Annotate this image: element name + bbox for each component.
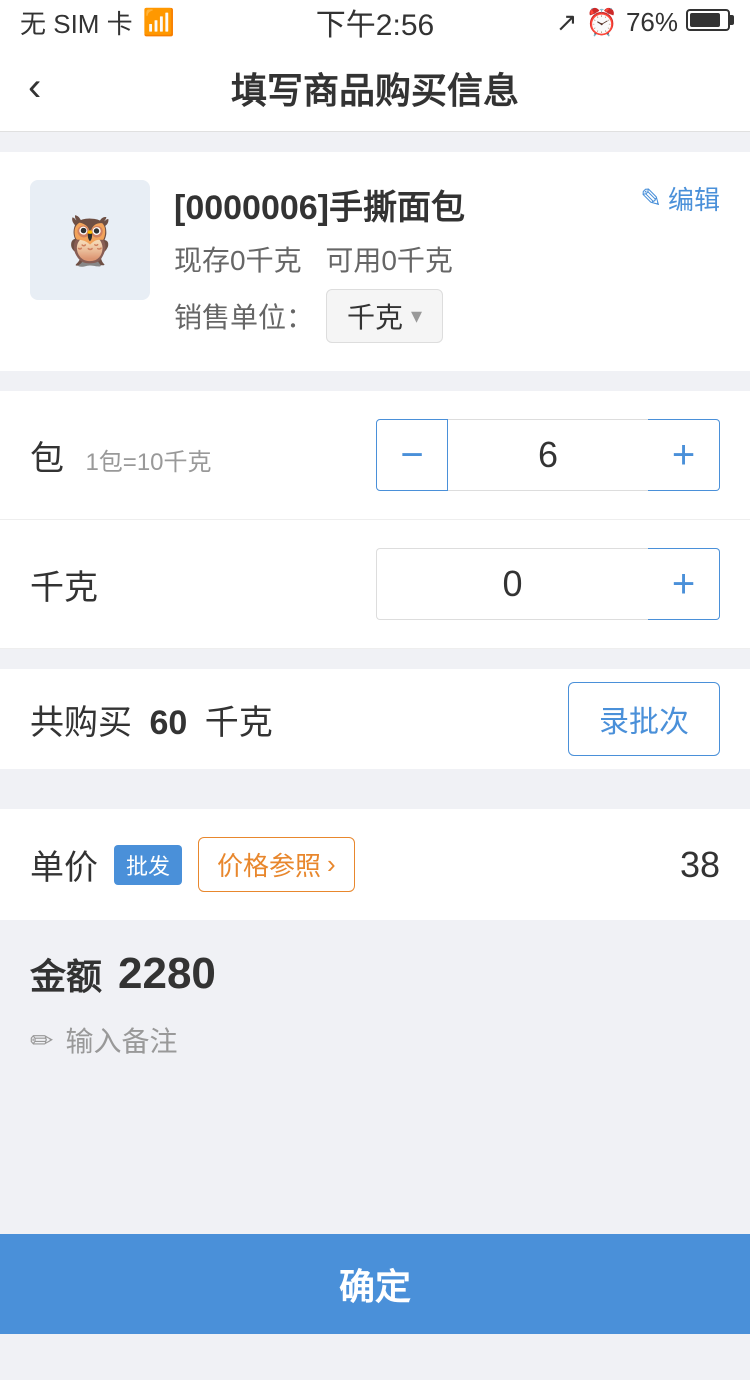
kg-label: 千克	[30, 560, 376, 609]
battery-icon	[686, 7, 730, 38]
notes-placeholder: 输入备注	[65, 1020, 177, 1060]
product-name: [0000006]手撕面包	[174, 180, 720, 229]
status-bar: 无 SIM 卡 📶 下午2:56 ↗ ⏰ 76%	[0, 0, 750, 44]
price-ref-label: 价格参照	[217, 846, 321, 883]
status-time: 下午2:56	[316, 0, 434, 44]
bao-minus-button[interactable]: −	[376, 419, 448, 491]
price-section: 单价 批发 价格参照 › 38	[0, 809, 750, 920]
product-info: [0000006]手撕面包 现存0千克 可用0千克 销售单位： 千克 ▾	[174, 180, 720, 343]
price-label-row: 单价 批发 价格参照 ›	[30, 837, 355, 892]
unit-label: 销售单位：	[174, 296, 314, 336]
product-image: 🦉	[30, 180, 150, 300]
kg-quantity-controls: +	[376, 548, 720, 620]
section-divider-2	[0, 769, 750, 789]
wifi-icon: 📶	[143, 7, 175, 38]
unit-dropdown-arrow: ▾	[411, 303, 422, 329]
amount-label: 金额	[30, 948, 102, 1000]
back-button[interactable]: ‹	[28, 65, 41, 110]
product-thumbnail: 🦉	[60, 212, 120, 269]
total-unit: 千克	[205, 704, 273, 742]
pencil-icon: ✏	[30, 1024, 53, 1057]
edit-label: 编辑	[668, 180, 720, 217]
total-text: 共购买 60 千克	[30, 695, 273, 744]
batch-button[interactable]: 录批次	[568, 682, 720, 756]
unit-value: 千克	[347, 296, 403, 336]
page-title: 填写商品购买信息	[231, 62, 519, 114]
price-reference-button[interactable]: 价格参照 ›	[198, 837, 355, 892]
battery-percent: 76%	[626, 7, 678, 38]
bao-quantity-input[interactable]	[448, 419, 648, 491]
edit-button[interactable]: ✎ 编辑	[640, 180, 720, 217]
bao-quantity-row: 包 1包=10千克 − +	[0, 391, 750, 520]
price-label: 单价	[30, 840, 98, 889]
product-card: 🦉 [0000006]手撕面包 现存0千克 可用0千克 销售单位： 千克 ▾ ✎…	[0, 152, 750, 371]
product-stock: 现存0千克 可用0千克	[174, 239, 720, 279]
price-value: 38	[680, 844, 720, 886]
price-ref-arrow: ›	[327, 849, 336, 880]
nav-bar: ‹ 填写商品购买信息	[0, 44, 750, 132]
stock-current: 现存0千克	[174, 245, 302, 276]
carrier-text: 无 SIM 卡	[20, 4, 133, 41]
quantity-section: 包 1包=10千克 − + 千克 +	[0, 391, 750, 649]
confirm-button[interactable]: 确定	[0, 1234, 750, 1334]
stock-available: 可用0千克	[325, 245, 453, 276]
notes-row[interactable]: ✏ 输入备注	[30, 1020, 720, 1060]
location-icon: ↗	[556, 7, 578, 38]
amount-value: 2280	[118, 949, 216, 999]
status-carrier: 无 SIM 卡 📶	[20, 4, 175, 41]
bottom-area	[0, 1080, 750, 1380]
bao-plus-button[interactable]: +	[648, 419, 720, 491]
unit-selector[interactable]: 千克 ▾	[326, 289, 443, 343]
status-right: ↗ ⏰ 76%	[556, 7, 730, 38]
amount-row: 金额 2280	[30, 948, 720, 1000]
bao-label: 包 1包=10千克	[30, 431, 376, 480]
product-unit-row: 销售单位： 千克 ▾	[174, 289, 720, 343]
price-batch-tag: 批发	[114, 845, 182, 885]
alarm-icon: ⏰	[586, 7, 618, 38]
edit-icon: ✎	[640, 183, 662, 214]
kg-quantity-input[interactable]	[376, 548, 648, 620]
bao-hint: 1包=10千克	[85, 449, 211, 476]
total-prefix: 共购买	[30, 704, 132, 742]
amount-section: 金额 2280 ✏ 输入备注	[0, 920, 750, 1080]
total-amount: 60	[149, 704, 187, 742]
kg-plus-button[interactable]: +	[648, 548, 720, 620]
total-section: 共购买 60 千克 录批次	[0, 669, 750, 769]
section-divider-1	[0, 371, 750, 391]
kg-quantity-row: 千克 +	[0, 520, 750, 649]
bao-quantity-controls: − +	[376, 419, 720, 491]
